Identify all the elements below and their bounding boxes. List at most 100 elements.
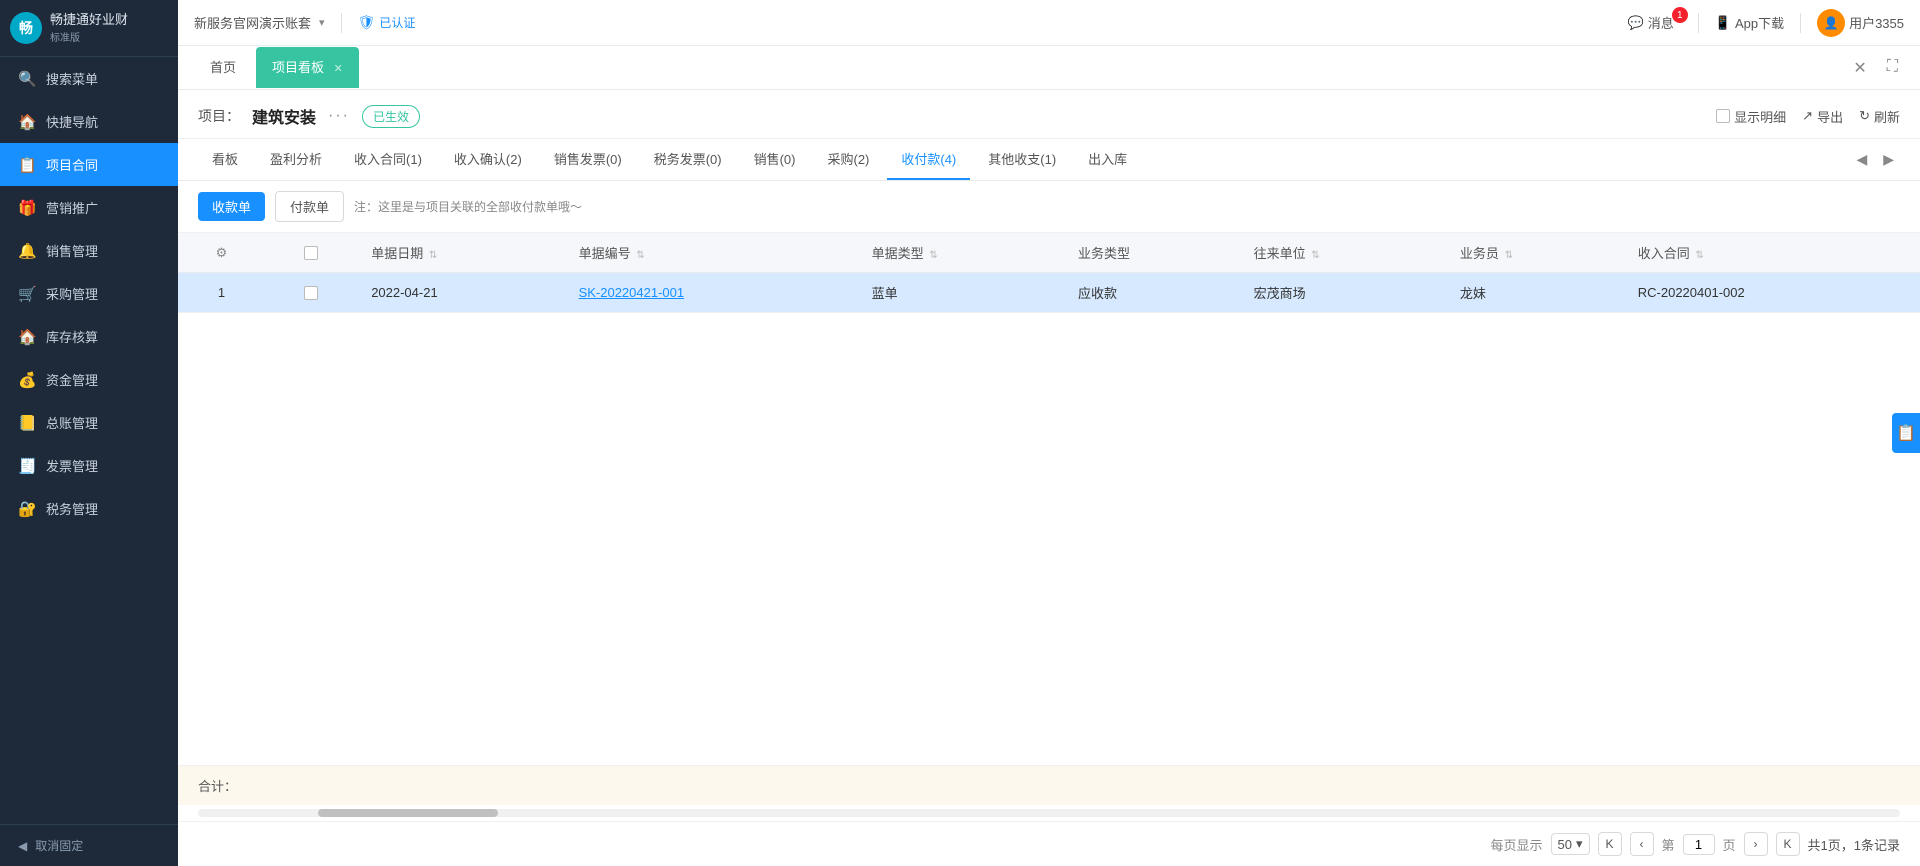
prev-page-button[interactable]: ‹: [1630, 832, 1654, 856]
row-checkbox[interactable]: [265, 273, 357, 313]
col-salesperson[interactable]: 业务员 ⇅: [1446, 233, 1624, 273]
sub-tab-sales_invoice[interactable]: 销售发票(0): [540, 139, 636, 180]
sub-tab-sales[interactable]: 销售(0): [740, 139, 810, 180]
export-icon: ↗: [1802, 108, 1813, 124]
shield-icon: 🛡: [358, 14, 376, 31]
user-avatar: 👤: [1817, 9, 1845, 37]
floating-action-button[interactable]: 📋: [1892, 413, 1920, 453]
sub-tab-other_expense[interactable]: 其他收支(1): [974, 139, 1070, 180]
payment-tab-button[interactable]: 付款单: [275, 191, 344, 222]
show-detail-checkbox[interactable]: [1716, 109, 1730, 123]
col-type[interactable]: 单据类型 ⇅: [858, 233, 1064, 273]
sidebar-scroll: 🔍 搜索菜单 🏠 快捷导航 📋 项目合同 🎁 营销推广 🔔 销售管理 🛒 采购管…: [0, 57, 178, 824]
sidebar-label-purchase: 采购管理: [46, 284, 98, 303]
sidebar-item-purchase[interactable]: 🛒 采购管理: [0, 272, 178, 315]
project-status-badge: 已生效: [362, 105, 420, 128]
sub-tab-profit[interactable]: 盈利分析: [256, 139, 336, 180]
sidebar-item-tax[interactable]: 🔐 税务管理: [0, 487, 178, 530]
fullscreen-button[interactable]: ⛶: [1881, 56, 1904, 80]
sidebar-item-invoice[interactable]: 🧾 发票管理: [0, 444, 178, 487]
app-download-button[interactable]: 📱 App下载: [1715, 13, 1784, 32]
sub-tab-income_confirm[interactable]: 收入确认(2): [440, 139, 536, 180]
refresh-button[interactable]: ↻ 刷新: [1859, 107, 1900, 126]
sidebar-unpin-button[interactable]: ◀ 取消固定: [0, 824, 178, 866]
tab-home[interactable]: 首页: [194, 47, 252, 88]
per-page-label: 每页显示: [1490, 835, 1542, 854]
sub-tab-tax_invoice[interactable]: 税务发票(0): [640, 139, 736, 180]
app-logo: 畅: [10, 12, 42, 44]
table-row[interactable]: 1 2022-04-21 SK-20220421-001 蓝单 应收款 宏茂商场…: [178, 273, 1920, 313]
col-partner[interactable]: 往来单位 ⇅: [1240, 233, 1446, 273]
sub-tabs: 看板盈利分析收入合同(1)收入确认(2)销售发票(0)税务发票(0)销售(0)采…: [178, 139, 1920, 181]
close-tab-button[interactable]: ✕: [1847, 56, 1872, 80]
account-dropdown-icon[interactable]: ▾: [319, 16, 325, 29]
select-all-checkbox[interactable]: [304, 246, 318, 260]
next-page-button[interactable]: ›: [1744, 832, 1768, 856]
topbar-divider2: [1698, 13, 1699, 33]
project-header: 项目： 建筑安装 ··· 已生效 显示明细 ↗ 导出 ↻ 刷新: [178, 90, 1920, 139]
number-sort-icon[interactable]: ⇅: [636, 250, 644, 261]
row-date: 2022-04-21: [357, 273, 564, 313]
receipt-tab-button[interactable]: 收款单: [198, 192, 265, 221]
sidebar-item-sales[interactable]: 🔔 销售管理: [0, 229, 178, 272]
sub-tab-purchase[interactable]: 采购(2): [813, 139, 883, 180]
fake-scrollbar-thumb[interactable]: [318, 809, 498, 817]
topbar-divider3: [1800, 13, 1801, 33]
sidebar-icon-inventory: 🏠: [18, 328, 36, 346]
sub-tab-prev[interactable]: ◀: [1850, 147, 1873, 172]
show-detail-toggle[interactable]: 显示明细: [1716, 107, 1786, 126]
sidebar-item-inventory[interactable]: 🏠 库存核算: [0, 315, 178, 358]
sub-tab-kanban[interactable]: 看板: [198, 139, 252, 180]
first-page-button[interactable]: K: [1598, 832, 1622, 856]
sidebar-icon-ledger: 📒: [18, 414, 36, 432]
col-checkbox[interactable]: [265, 233, 357, 273]
partner-sort-icon[interactable]: ⇅: [1311, 250, 1319, 261]
col-number[interactable]: 单据编号 ⇅: [565, 233, 858, 273]
page-input[interactable]: [1683, 834, 1715, 855]
user-menu[interactable]: 👤 用户3355: [1817, 9, 1904, 37]
tab-close-icon[interactable]: ✕: [334, 63, 343, 75]
col-settings[interactable]: ⚙: [178, 233, 265, 273]
sidebar-item-projectcontract[interactable]: 📋 项目合同: [0, 143, 178, 186]
project-actions: 显示明细 ↗ 导出 ↻ 刷新: [1716, 107, 1900, 126]
topbar-divider: [341, 13, 342, 33]
col-date[interactable]: 单据日期 ⇅: [357, 233, 564, 273]
sub-tab-inout[interactable]: 出入库: [1074, 139, 1141, 180]
row-number[interactable]: SK-20220421-001: [565, 273, 858, 313]
last-page-button[interactable]: K: [1776, 832, 1800, 856]
tab-projectboard[interactable]: 项目看板 ✕: [256, 47, 359, 88]
sub-tab-receipt[interactable]: 收付款(4): [887, 139, 970, 180]
account-name: 新服务官网演示账套: [194, 13, 311, 32]
content-area: 项目： 建筑安装 ··· 已生效 显示明细 ↗ 导出 ↻ 刷新: [178, 90, 1920, 866]
date-sort-icon[interactable]: ⇅: [429, 250, 437, 261]
type-sort-icon[interactable]: ⇅: [929, 250, 937, 261]
sidebar-label-invoice: 发票管理: [46, 456, 98, 475]
sidebar-label-ledger: 总账管理: [46, 413, 98, 432]
contract-sort-icon[interactable]: ⇅: [1695, 250, 1703, 261]
data-table-wrap: ⚙ 单据日期 ⇅ 单据编号 ⇅: [178, 233, 1920, 765]
sidebar-icon-projectcontract: 📋: [18, 156, 36, 174]
summary-row: 合计：: [178, 765, 1920, 805]
sidebar-item-search[interactable]: 🔍 搜索菜单: [0, 57, 178, 100]
row-partner: 宏茂商场: [1240, 273, 1446, 313]
unpin-icon: ◀: [18, 839, 27, 853]
per-page-dropdown-icon[interactable]: ▾: [1576, 836, 1583, 852]
sidebar-item-ledger[interactable]: 📒 总账管理: [0, 401, 178, 444]
sub-tab-income_contract[interactable]: 收入合同(1): [340, 139, 436, 180]
col-income-contract[interactable]: 收入合同 ⇅: [1624, 233, 1920, 273]
settings-icon[interactable]: ⚙: [216, 245, 228, 260]
topbar-left: 新服务官网演示账套 ▾ 🛡 已认证: [194, 13, 1616, 33]
sidebar-item-quicknav[interactable]: 🏠 快捷导航: [0, 100, 178, 143]
sub-tab-next[interactable]: ▶: [1877, 147, 1900, 172]
summary-label: 合计：: [198, 776, 237, 795]
salesperson-sort-icon[interactable]: ⇅: [1505, 250, 1513, 261]
refresh-icon: ↻: [1859, 108, 1870, 124]
message-label: 消息: [1648, 13, 1674, 32]
per-page-select[interactable]: 50 ▾: [1551, 833, 1590, 855]
fake-scrollbar[interactable]: [198, 809, 1900, 817]
sidebar-item-marketing[interactable]: 🎁 营销推广: [0, 186, 178, 229]
project-more-button[interactable]: ···: [328, 107, 350, 125]
export-button[interactable]: ↗ 导出: [1802, 107, 1843, 126]
sidebar-item-finance[interactable]: 💰 资金管理: [0, 358, 178, 401]
message-button[interactable]: 💬 消息 1: [1628, 13, 1682, 32]
